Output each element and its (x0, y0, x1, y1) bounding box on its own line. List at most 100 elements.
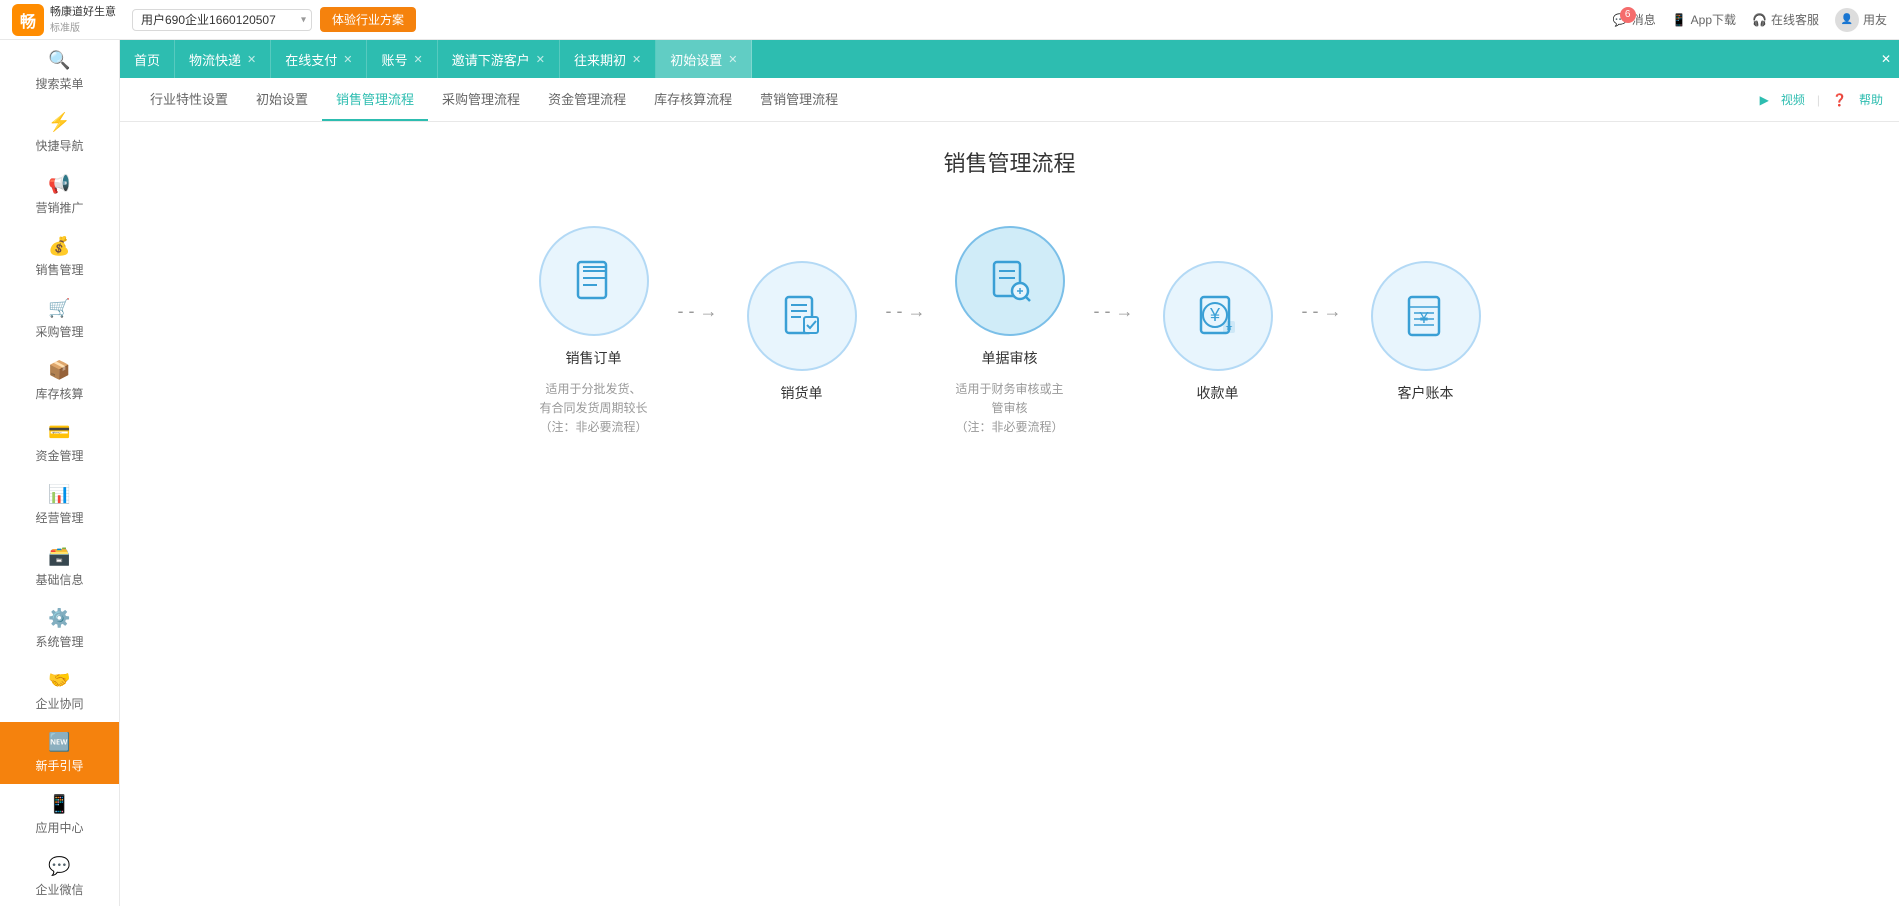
avatar: 👤 (1835, 8, 1859, 32)
message-item[interactable]: 💬 6 消息 (1613, 11, 1656, 28)
trial-button[interactable]: 体验行业方案 (320, 7, 416, 32)
flow-circle-audit (955, 226, 1065, 336)
sidebar-label-operation: 经营管理 (35, 509, 83, 526)
sub-tab-label-inventory_flow: 库存核算流程 (654, 89, 732, 108)
sidebar-item-appcenter[interactable]: 📱 应用中心 (0, 784, 119, 846)
sidebar-label-cooperation: 企业协同 (35, 695, 83, 712)
nav-tab-close-init[interactable]: ✕ (728, 53, 737, 66)
sub-tab-label-init: 初始设置 (256, 89, 308, 108)
logo-title: 畅康道好生意 (50, 5, 116, 19)
user-select-wrapper[interactable]: 用户690企业1660120507 (132, 9, 312, 31)
page-title: 销售管理流程 (152, 146, 1867, 178)
sidebar-label-sales: 销售管理 (35, 261, 83, 278)
nav-tab-logistics[interactable]: 物流快递 ✕ (175, 40, 271, 78)
sidebar-item-search[interactable]: 🔍 搜索菜单 (0, 40, 119, 102)
video-help-icon: ▶ (1760, 93, 1769, 107)
sub-tab-marketing_flow[interactable]: 营销管理流程 (746, 78, 852, 121)
nav-tab-account[interactable]: 账号✕ (367, 40, 437, 78)
sidebar: 🔍 搜索菜单⚡ 快捷导航📢 营销推广💰 销售管理🛒 采购管理📦 库存核算💳 资金… (0, 40, 120, 906)
video-label[interactable]: 视频 (1781, 91, 1805, 108)
sidebar-item-finance[interactable]: 💳 资金管理 (0, 412, 119, 474)
sidebar-icon-sales: 💰 (48, 236, 70, 257)
flow-chart: 销售订单 适用于分批发货、有合同发货周期较长（注：非必要流程） - - → 销货… (152, 226, 1867, 438)
sub-tabs: 行业特性设置 初始设置 销售管理流程 采购管理流程资金管理流程库存核算流程营销管理流程… (120, 78, 1899, 122)
flow-circle-sales_invoice (747, 261, 857, 371)
logo: 畅 畅康道好生意 标准版 (12, 4, 116, 36)
nav-tab-payment[interactable]: 在线支付✕ (271, 40, 367, 78)
nav-tabs: 首页物流快递✕在线支付✕账号✕邀请下游客户✕往来期初✕初始设置✕✕ (120, 40, 1899, 78)
sub-tab-label-sales_flow: 销售管理流程 (336, 89, 414, 108)
close-all-tabs[interactable]: ✕ (1881, 52, 1891, 66)
sub-tab-fund_flow[interactable]: 资金管理流程 (534, 78, 640, 121)
sidebar-item-quick[interactable]: ⚡ 快捷导航 (0, 102, 119, 164)
sub-tab-label-industry: 行业特性设置 (150, 89, 228, 108)
sidebar-icon-search: 🔍 (48, 50, 70, 71)
content-area: 首页物流快递✕在线支付✕账号✕邀请下游客户✕往来期初✕初始设置✕✕ 行业特性设置… (120, 40, 1899, 906)
nav-tab-home[interactable]: 首页 (120, 40, 175, 78)
sidebar-item-purchase[interactable]: 🛒 采购管理 (0, 288, 119, 350)
sidebar-icon-quick: ⚡ (48, 112, 70, 133)
nav-tab-label-home: 首页 (134, 50, 160, 69)
sidebar-icon-guide: 🆕 (48, 732, 70, 753)
sidebar-label-quick: 快捷导航 (35, 137, 83, 154)
user-select[interactable]: 用户690企业1660120507 (132, 9, 312, 31)
flow-item-audit: 单据审核 适用于财务审核或主管审核（注：非必要流程） (930, 226, 1090, 438)
sidebar-icon-finance: 💳 (48, 422, 70, 443)
flow-item-sales_order: 销售订单 适用于分批发货、有合同发货周期较长（注：非必要流程） (514, 226, 674, 438)
user-label: 用友 (1863, 11, 1887, 28)
flow-desc-sales_order: 适用于分批发货、有合同发货周期较长（注：非必要流程） (539, 380, 647, 438)
sidebar-item-cooperation[interactable]: 🤝 企业协同 (0, 660, 119, 722)
sidebar-item-inventory[interactable]: 📦 库存核算 (0, 350, 119, 412)
sidebar-item-operation[interactable]: 📊 经营管理 (0, 474, 119, 536)
sidebar-item-wechat[interactable]: 💬 企业微信 (0, 846, 119, 906)
flow-item-ledger: ¥ 客户账本 (1346, 261, 1506, 403)
app-icon: 📱 (1672, 13, 1687, 27)
flow-name-sales_order: 销售订单 (566, 348, 622, 368)
svg-text:¥: ¥ (1208, 305, 1220, 325)
sidebar-label-inventory: 库存核算 (35, 385, 83, 402)
divider: | (1817, 93, 1820, 107)
sidebar-item-marketing_promo[interactable]: 📢 营销推广 (0, 164, 119, 226)
nav-tab-label-logistics: 物流快递 (189, 50, 241, 69)
sub-tabs-left: 行业特性设置 初始设置 销售管理流程 采购管理流程资金管理流程库存核算流程营销管理流程 (136, 78, 852, 121)
app-download-item[interactable]: 📱 App下载 (1672, 11, 1736, 28)
nav-tab-close-logistics[interactable]: ✕ (247, 53, 256, 66)
nav-tab-close-account[interactable]: ✕ (414, 53, 423, 66)
sub-tab-sales_flow[interactable]: 销售管理流程 (322, 78, 428, 121)
sub-tab-label-purchase_flow: 采购管理流程 (442, 89, 520, 108)
service-item[interactable]: 🎧 在线客服 (1752, 11, 1819, 28)
sub-tab-init[interactable]: 初始设置 (242, 78, 322, 121)
header-right: 💬 6 消息 📱 App下载 🎧 在线客服 👤 用友 (1613, 8, 1887, 32)
nav-tab-period[interactable]: 往来期初✕ (560, 40, 656, 78)
sub-tab-inventory_flow[interactable]: 库存核算流程 (640, 78, 746, 121)
sub-tab-purchase_flow[interactable]: 采购管理流程 (428, 78, 534, 121)
sidebar-nav: 🔍 搜索菜单⚡ 快捷导航📢 营销推广💰 销售管理🛒 采购管理📦 库存核算💳 资金… (0, 40, 119, 906)
nav-tab-init[interactable]: 初始设置 ✕ (656, 40, 752, 78)
sub-tab-industry[interactable]: 行业特性设置 (136, 78, 242, 121)
sidebar-icon-cooperation: 🤝 (48, 670, 70, 691)
help-label[interactable]: 帮助 (1859, 91, 1883, 108)
sidebar-label-system: 系统管理 (35, 633, 83, 650)
svg-text:★: ★ (1224, 322, 1232, 332)
help-icon: ❓ (1832, 93, 1847, 107)
sidebar-label-marketing_promo: 营销推广 (35, 199, 83, 216)
user-item[interactable]: 👤 用友 (1835, 8, 1887, 32)
sidebar-item-sales[interactable]: 💰 销售管理 (0, 226, 119, 288)
sidebar-item-basic[interactable]: 🗃️ 基础信息 (0, 536, 119, 598)
nav-tab-label-init: 初始设置 (670, 50, 722, 69)
nav-tab-invite[interactable]: 邀请下游客户✕ (438, 40, 560, 78)
sidebar-icon-appcenter: 📱 (48, 794, 70, 815)
nav-tab-close-invite[interactable]: ✕ (536, 53, 545, 66)
sidebar-label-basic: 基础信息 (35, 571, 83, 588)
flow-circle-receipt: ¥ ★ (1163, 261, 1273, 371)
header-left: 畅 畅康道好生意 标准版 用户690企业1660120507 体验行业方案 (12, 4, 416, 36)
sidebar-item-guide[interactable]: 🆕 新手引导 (0, 722, 119, 784)
nav-tab-close-payment[interactable]: ✕ (343, 53, 352, 66)
sidebar-item-system[interactable]: ⚙️ 系统管理 (0, 598, 119, 660)
service-label: 在线客服 (1771, 11, 1819, 28)
sidebar-label-search: 搜索菜单 (35, 75, 83, 92)
nav-tab-close-period[interactable]: ✕ (632, 53, 641, 66)
app-label: App下载 (1691, 11, 1736, 28)
logo-text-block: 畅康道好生意 标准版 (50, 5, 116, 34)
sidebar-icon-marketing_promo: 📢 (48, 174, 70, 195)
